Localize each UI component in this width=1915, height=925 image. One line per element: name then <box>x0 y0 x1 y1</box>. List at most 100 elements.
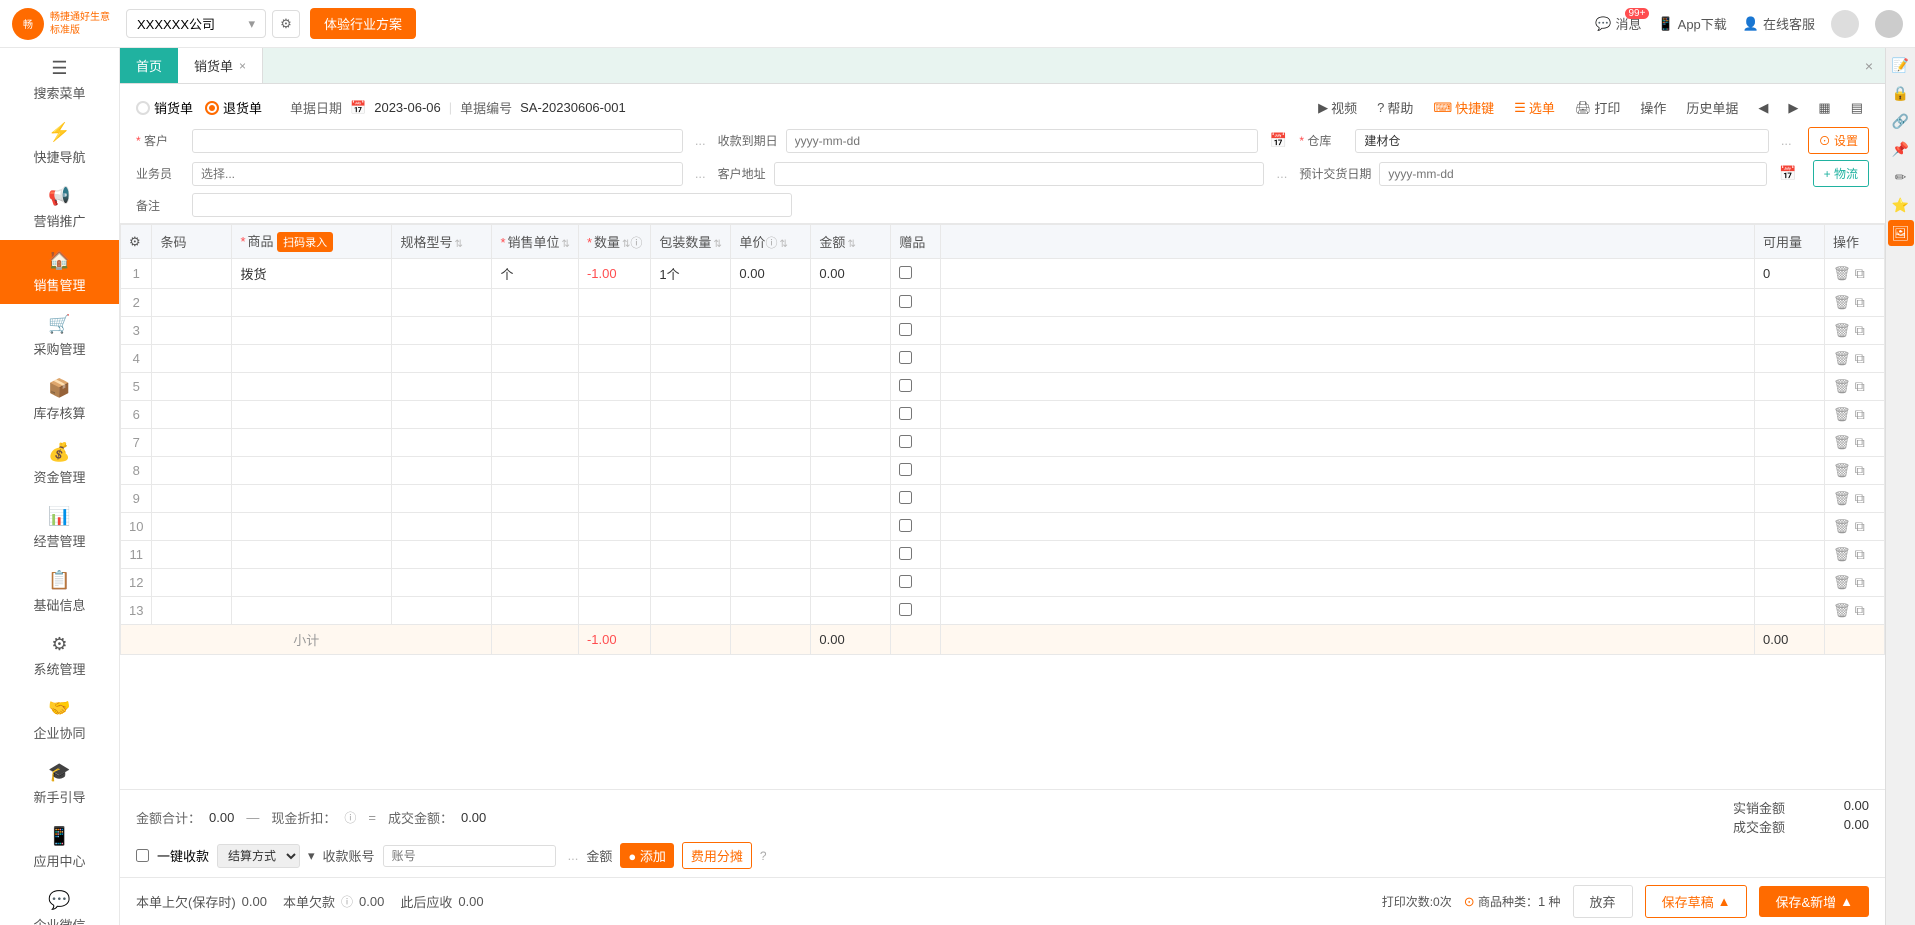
add-payment-button[interactable]: ● 添加 <box>620 843 673 868</box>
row-product[interactable] <box>232 317 392 345</box>
operate-button[interactable]: 操作 <box>1634 96 1672 119</box>
row-amount[interactable] <box>811 317 891 345</box>
warehouse-dots[interactable]: ... <box>1781 133 1792 148</box>
row-copy-icon[interactable]: ⧉ <box>1855 265 1865 282</box>
row-spec[interactable] <box>392 317 492 345</box>
row-copy-icon[interactable]: ⧉ <box>1855 462 1865 479</box>
sidebar-item-marketing[interactable]: 📢 营销推广 <box>0 176 119 240</box>
row-unit[interactable] <box>492 373 578 401</box>
app-download-button[interactable]: 📱 App下载 <box>1657 14 1726 33</box>
video-button[interactable]: ▶ 视频 <box>1312 96 1363 119</box>
salesperson-dots[interactable]: ... <box>695 166 706 181</box>
row-barcode[interactable] <box>152 373 232 401</box>
row-gift[interactable] <box>891 457 941 485</box>
row-price[interactable] <box>731 485 811 513</box>
row-delete-icon[interactable]: 🗑 <box>1833 322 1851 339</box>
delivery-date-calendar-icon[interactable]: 📅 <box>1779 165 1796 182</box>
row-unit[interactable] <box>492 457 578 485</box>
sidebar-item-search[interactable]: ☰ 搜索菜单 <box>0 48 119 112</box>
grid-view-button[interactable]: ▦ <box>1812 98 1836 118</box>
row-barcode[interactable] <box>152 513 232 541</box>
row-product[interactable]: 拨货 <box>232 259 392 289</box>
row-unit[interactable] <box>492 513 578 541</box>
discard-button[interactable]: 放弃 <box>1573 885 1633 918</box>
row-copy-icon[interactable]: ⧉ <box>1855 434 1865 451</box>
product-type-circle[interactable]: ⊙ <box>1464 894 1475 909</box>
row-barcode[interactable] <box>152 485 232 513</box>
row-barcode[interactable] <box>152 345 232 373</box>
row-spec[interactable] <box>392 373 492 401</box>
row-price[interactable] <box>731 541 811 569</box>
row-gift[interactable] <box>891 373 941 401</box>
row-amount[interactable] <box>811 485 891 513</box>
row-delete-icon[interactable]: 🗑 <box>1833 434 1851 451</box>
row-spec[interactable] <box>392 289 492 317</box>
row-copy-icon[interactable]: ⧉ <box>1855 518 1865 535</box>
row-qty[interactable]: -1.00 <box>578 259 650 289</box>
row-unit[interactable] <box>492 289 578 317</box>
sidebar-item-finance[interactable]: 💰 资金管理 <box>0 432 119 496</box>
sidebar-item-basic-info[interactable]: 📋 基础信息 <box>0 560 119 624</box>
row-unit[interactable] <box>492 485 578 513</box>
panel-lock-icon[interactable]: 🔒 <box>1888 80 1914 106</box>
avatar2[interactable] <box>1875 10 1903 38</box>
row-spec[interactable] <box>392 485 492 513</box>
sidebar-item-purchase[interactable]: 🛒 采购管理 <box>0 304 119 368</box>
panel-star-icon[interactable]: ⭐ <box>1888 192 1914 218</box>
row-amount[interactable] <box>811 345 891 373</box>
close-all-tabs-button[interactable]: × <box>1853 58 1885 74</box>
row-delete-icon[interactable]: 🗑 <box>1833 294 1851 311</box>
scan-button[interactable]: 扫码录入 <box>277 232 333 252</box>
row-unit[interactable] <box>492 569 578 597</box>
logistics-button[interactable]: + 物流 <box>1813 160 1869 187</box>
radio-sales-order[interactable]: 销货单 <box>136 98 193 117</box>
row-gift[interactable] <box>891 259 941 289</box>
row-barcode[interactable] <box>152 457 232 485</box>
row-price[interactable] <box>731 289 811 317</box>
row-qty[interactable] <box>578 485 650 513</box>
row-copy-icon[interactable]: ⧉ <box>1855 322 1865 339</box>
row-spec[interactable] <box>392 345 492 373</box>
owed-info-icon[interactable]: ⓘ <box>341 893 353 910</box>
row-price[interactable] <box>731 597 811 625</box>
tab-sales-order[interactable]: 销货单 × <box>178 48 263 83</box>
row-qty[interactable] <box>578 289 650 317</box>
row-qty[interactable] <box>578 317 650 345</box>
row-copy-icon[interactable]: ⧉ <box>1855 546 1865 563</box>
row-gift[interactable] <box>891 345 941 373</box>
expense-info-icon[interactable]: ? <box>760 849 767 863</box>
row-spec[interactable] <box>392 401 492 429</box>
row-product[interactable] <box>232 429 392 457</box>
row-qty[interactable] <box>578 569 650 597</box>
customer-dots[interactable]: ... <box>695 133 706 148</box>
next-button[interactable]: ▶ <box>1782 98 1804 118</box>
th-gear[interactable]: ⚙ <box>121 225 152 259</box>
row-unit[interactable] <box>492 317 578 345</box>
sidebar-item-sales[interactable]: 🏠 销售管理 <box>0 240 119 304</box>
company-selector[interactable]: XXXXXX公司 ▾ <box>126 9 266 38</box>
sidebar-item-guide[interactable]: 🎓 新手引导 <box>0 752 119 816</box>
sidebar-item-operations[interactable]: 📊 经营管理 <box>0 496 119 560</box>
sidebar-item-quick-nav[interactable]: ⚡ 快捷导航 <box>0 112 119 176</box>
prev-button[interactable]: ◀ <box>1752 98 1774 118</box>
row-product[interactable] <box>232 597 392 625</box>
row-spec[interactable] <box>392 541 492 569</box>
row-copy-icon[interactable]: ⧉ <box>1855 406 1865 423</box>
warehouse-input[interactable] <box>1355 129 1768 153</box>
row-barcode[interactable] <box>152 317 232 345</box>
row-amount[interactable] <box>811 457 891 485</box>
list-view-button[interactable]: ▤ <box>1845 98 1869 118</box>
trial-button[interactable]: 体验行业方案 <box>310 8 416 39</box>
row-spec[interactable] <box>392 569 492 597</box>
row-delete-icon[interactable]: 🗑 <box>1833 462 1851 479</box>
row-barcode[interactable] <box>152 289 232 317</box>
row-price[interactable] <box>731 345 811 373</box>
row-product[interactable] <box>232 485 392 513</box>
row-amount[interactable] <box>811 597 891 625</box>
sidebar-item-system[interactable]: ⚙ 系统管理 <box>0 624 119 688</box>
row-unit[interactable] <box>492 541 578 569</box>
row-product[interactable] <box>232 373 392 401</box>
delivery-date-input[interactable] <box>1379 162 1767 186</box>
row-barcode[interactable] <box>152 401 232 429</box>
print-button[interactable]: 🖨 打印 <box>1569 96 1627 119</box>
